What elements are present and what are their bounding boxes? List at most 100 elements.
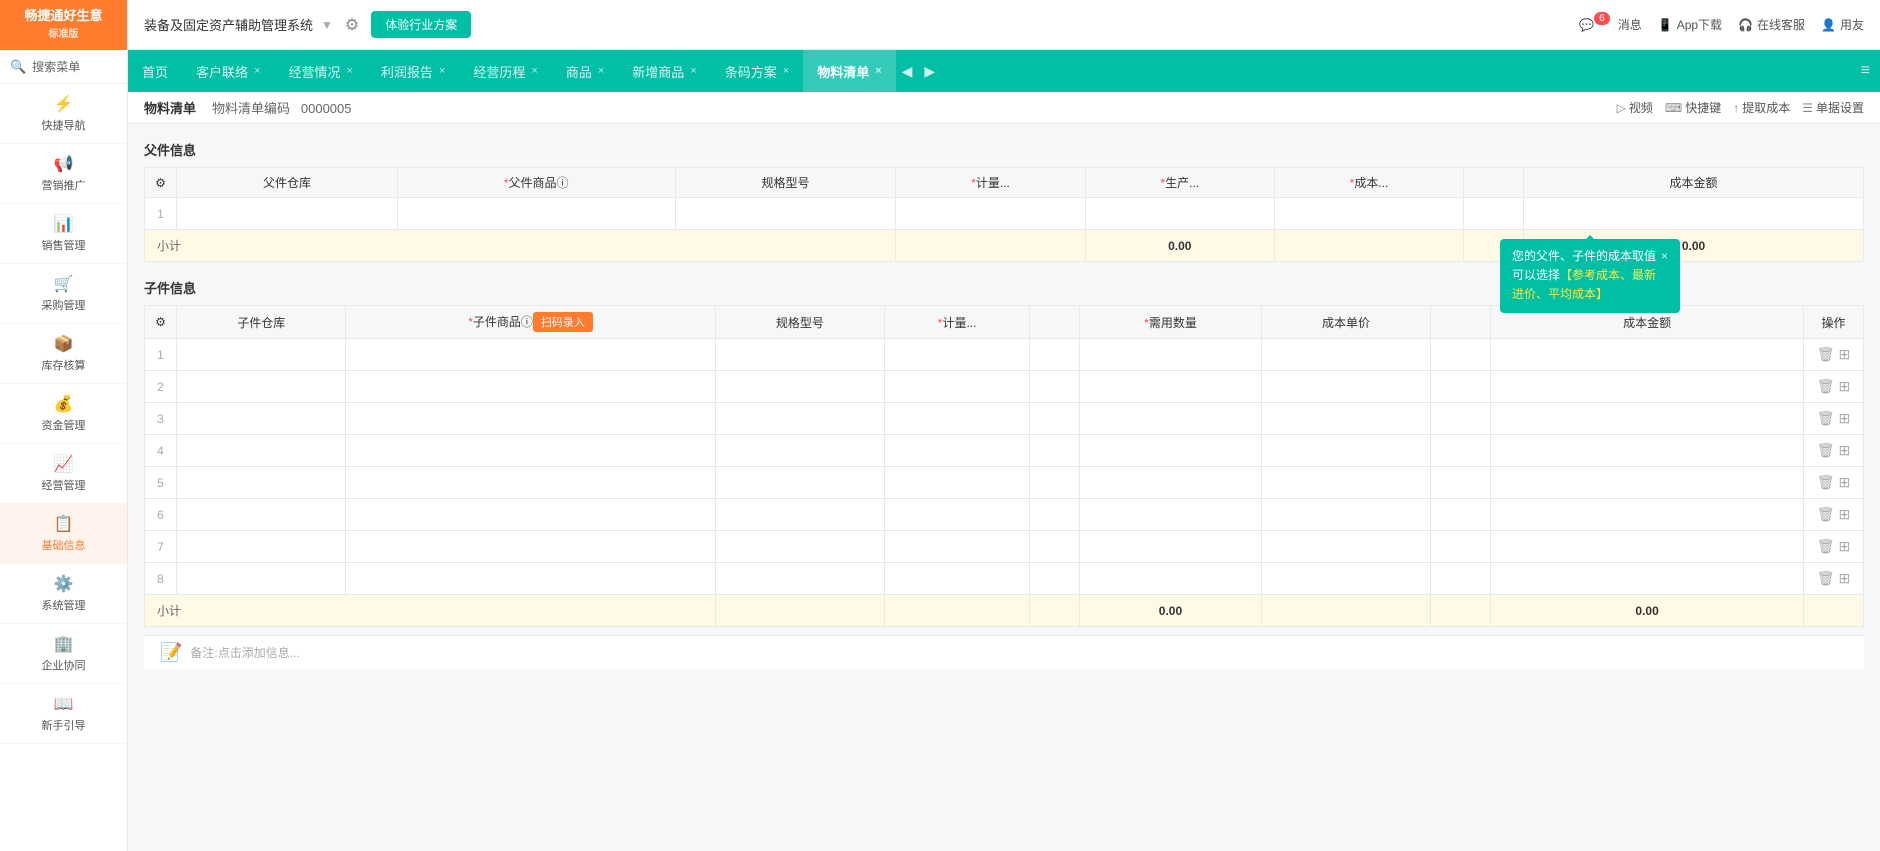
child-row-7-delete-btn[interactable]: 🗑 [1817,538,1835,555]
child-row-4-delete-btn[interactable]: 🗑 [1817,442,1835,459]
system-dropdown-icon[interactable]: ▼ [321,18,333,32]
child-row-6-spec[interactable] [715,499,884,531]
child-row-5-unit[interactable] [885,467,1030,499]
child-row-6-warehouse[interactable] [177,499,346,531]
child-row-6-qty[interactable] [1080,499,1262,531]
close-all-tabs[interactable]: ≡ [1851,50,1880,92]
single-settings-action[interactable]: ☰ 单据设置 [1802,99,1864,116]
child-row-4-copy-btn[interactable]: ⊞ [1839,442,1851,459]
sidebar-item-quick-nav[interactable]: ⚡ 快捷导航 [0,84,127,144]
tab-customer[interactable]: 客户联络 × [182,50,274,92]
child-row-4-qty[interactable] [1080,435,1262,467]
shortcut-action[interactable]: ⌨ 快捷键 [1665,99,1721,116]
child-row-8-delete-btn[interactable]: 🗑 [1817,570,1835,587]
tab-history[interactable]: 经营历程 × [459,50,551,92]
parent-row-1-warehouse[interactable] [177,198,398,230]
nav-prev-arrow[interactable]: ◀ [896,50,919,92]
sidebar-item-guide[interactable]: 📖 新手引导 [0,684,127,744]
child-row-3-product[interactable] [346,403,715,435]
tab-bom-close[interactable]: × [875,65,881,77]
child-row-3-unit[interactable] [885,403,1030,435]
child-row-4-warehouse[interactable] [177,435,346,467]
child-row-8-cost-amount[interactable] [1491,563,1804,595]
sidebar-item-enterprise[interactable]: 🏢 企业协同 [0,624,127,684]
child-row-1-qty[interactable] [1080,339,1262,371]
child-row-4-product[interactable] [346,435,715,467]
child-row-7-product[interactable] [346,531,715,563]
child-row-1-warehouse[interactable] [177,339,346,371]
child-row-3-unit-price[interactable] [1261,403,1430,435]
child-row-5-warehouse[interactable] [177,467,346,499]
child-row-8-unit[interactable] [885,563,1030,595]
sidebar-item-search[interactable]: 🔍 搜索菜单 [0,50,127,84]
child-row-3-cost-amount[interactable] [1491,403,1804,435]
parent-row-1-cost-amount[interactable] [1524,198,1864,230]
app-download-action[interactable]: 📱 App下载 [1658,16,1722,33]
child-row-3-qty[interactable] [1080,403,1262,435]
video-action[interactable]: ▷ 视频 [1617,99,1653,116]
child-row-8-unit-price[interactable] [1261,563,1430,595]
child-row-1-unit-price[interactable] [1261,339,1430,371]
parent-row-1-spec[interactable] [675,198,896,230]
child-row-5-qty[interactable] [1080,467,1262,499]
child-row-7-copy-btn[interactable]: ⊞ [1839,538,1851,555]
child-row-6-copy-btn[interactable]: ⊞ [1839,506,1851,523]
tab-profit[interactable]: 利润报告 × [367,50,459,92]
child-row-2-product[interactable] [346,371,715,403]
tab-new-product[interactable]: 新增商品 × [618,50,710,92]
child-row-2-qty[interactable] [1080,371,1262,403]
tab-bom[interactable]: 物料清单 × [803,50,895,92]
child-row-3-warehouse[interactable] [177,403,346,435]
child-row-5-spec[interactable] [715,467,884,499]
tab-home[interactable]: 首页 [128,50,182,92]
tab-product[interactable]: 商品 × [552,50,618,92]
child-row-1-copy-btn[interactable]: ⊞ [1839,346,1851,363]
sidebar-item-marketing[interactable]: 📢 营销推广 [0,144,127,204]
extract-cost-action[interactable]: ↑ 提取成本 [1733,99,1790,116]
child-row-5-delete-btn[interactable]: 🗑 [1817,474,1835,491]
sidebar-item-inventory[interactable]: 📦 库存核算 [0,324,127,384]
child-row-3-delete-btn[interactable]: 🗑 [1817,410,1835,427]
child-row-8-warehouse[interactable] [177,563,346,595]
child-row-5-unit-price[interactable] [1261,467,1430,499]
child-row-3-spec[interactable] [715,403,884,435]
tab-profit-close[interactable]: × [439,65,445,77]
child-row-2-unit[interactable] [885,371,1030,403]
child-row-4-unit-price[interactable] [1261,435,1430,467]
online-service-action[interactable]: 🎧 在线客服 [1738,16,1805,33]
child-row-5-product[interactable] [346,467,715,499]
sidebar-item-sales[interactable]: 📊 销售管理 [0,204,127,264]
child-row-7-qty[interactable] [1080,531,1262,563]
child-row-7-unit-price[interactable] [1261,531,1430,563]
try-button[interactable]: 体验行业方案 [371,11,471,38]
tab-customer-close[interactable]: × [254,65,260,77]
child-row-8-product[interactable] [346,563,715,595]
child-row-3-copy-btn[interactable]: ⊞ [1839,410,1851,427]
child-row-2-spec[interactable] [715,371,884,403]
sidebar-item-basic-info[interactable]: 📋 基础信息 [0,504,127,564]
tab-barcode-close[interactable]: × [783,65,789,77]
child-row-4-spec[interactable] [715,435,884,467]
remark-placeholder[interactable]: 备注:点击添加信息... [190,644,299,661]
child-row-8-spec[interactable] [715,563,884,595]
child-row-5-copy-btn[interactable]: ⊞ [1839,474,1851,491]
parent-row-1-product[interactable] [397,198,675,230]
child-row-7-warehouse[interactable] [177,531,346,563]
child-row-8-copy-btn[interactable]: ⊞ [1839,570,1851,587]
user-action[interactable]: 👤 用友 [1821,16,1864,33]
sidebar-item-system[interactable]: ⚙️ 系统管理 [0,564,127,624]
tab-barcode[interactable]: 条码方案 × [711,50,803,92]
child-row-6-cost-amount[interactable] [1491,499,1804,531]
sidebar-item-operation[interactable]: 📈 经营管理 [0,444,127,504]
tab-product-close[interactable]: × [598,65,604,77]
child-row-1-product[interactable] [346,339,715,371]
child-row-2-copy-btn[interactable]: ⊞ [1839,378,1851,395]
nav-next-arrow[interactable]: ▶ [918,50,941,92]
tooltip-close[interactable]: × [1661,247,1668,266]
child-row-7-cost-amount[interactable] [1491,531,1804,563]
child-row-2-warehouse[interactable] [177,371,346,403]
parent-row-1-produce[interactable] [1085,198,1274,230]
child-row-4-unit[interactable] [885,435,1030,467]
child-row-1-spec[interactable] [715,339,884,371]
child-row-6-product[interactable] [346,499,715,531]
